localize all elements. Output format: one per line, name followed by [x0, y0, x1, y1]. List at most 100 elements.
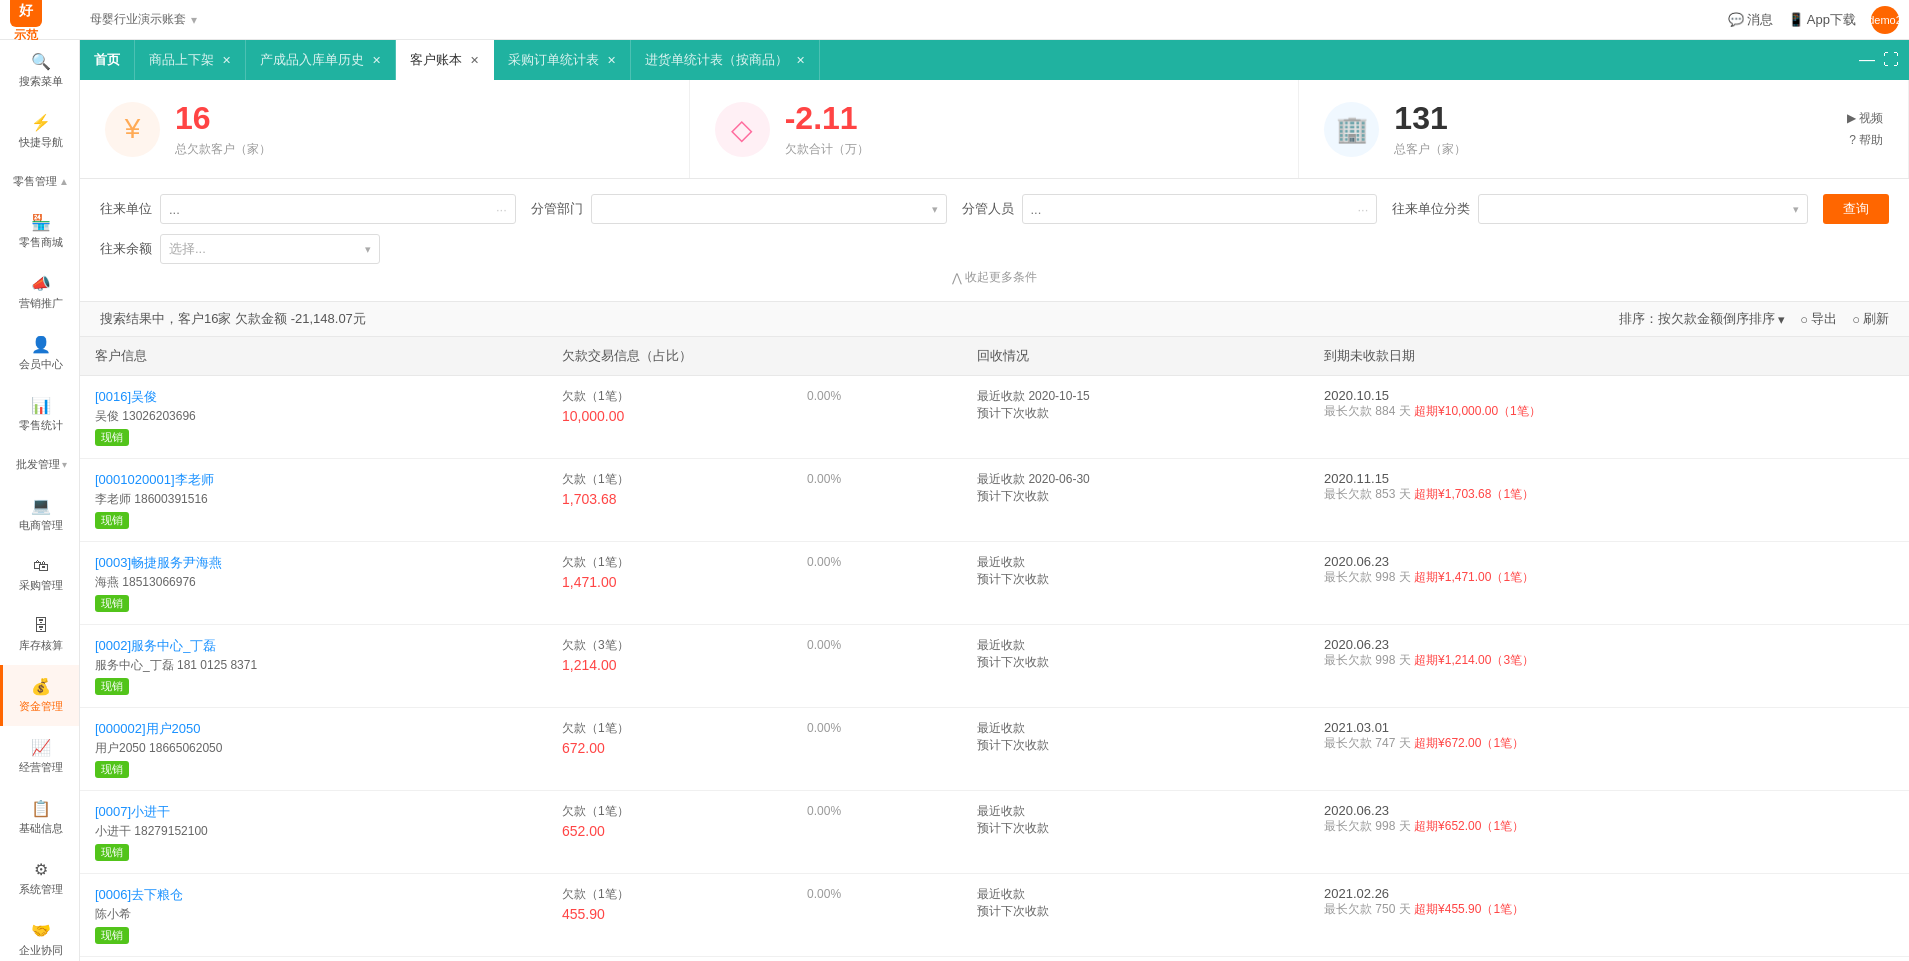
overdue-amount-1[interactable]: 超期¥1,703.68（1笔）: [1414, 487, 1534, 501]
sidebar-item-finance[interactable]: 💰 资金管理: [0, 665, 79, 726]
tab-maximize-icon[interactable]: ⛶: [1883, 51, 1899, 69]
overdue-amount-3[interactable]: 超期¥1,214.00（3笔）: [1414, 653, 1534, 667]
app-download-btn[interactable]: 📱 App下载: [1788, 11, 1856, 29]
tab-production-history[interactable]: 产成品入库单历史 ✕: [246, 40, 396, 80]
overdue-amount-4[interactable]: 超期¥672.00（1笔）: [1414, 736, 1524, 750]
table-row: [0007]小进干 小进干 18279152100 现销 欠款（1笔） 652.…: [80, 791, 1909, 874]
sidebar-item-system[interactable]: ⚙ 系统管理: [0, 848, 79, 909]
overdue-days-5: 最长欠款 998 天: [1324, 819, 1414, 833]
sidebar-item-member[interactable]: 👤 会员中心: [0, 323, 79, 384]
video-btn[interactable]: ▶ 视频: [1847, 110, 1883, 127]
filter-select-dept[interactable]: ▾: [591, 194, 947, 224]
export-icon: ○: [1800, 312, 1808, 327]
overdue-amount-6[interactable]: 超期¥455.90（1笔）: [1414, 902, 1524, 916]
filter-select-balance[interactable]: 选择... ▾: [160, 234, 380, 264]
partner-input[interactable]: [169, 202, 496, 217]
filter-input-partner[interactable]: ···: [160, 194, 516, 224]
debt-amount-0[interactable]: 10,000.00: [562, 408, 767, 424]
cell-debt-ratio-6: 0.00%: [782, 874, 962, 957]
tab-customer-account-close[interactable]: ✕: [470, 54, 479, 67]
refresh-button[interactable]: ○ 刷新: [1852, 310, 1889, 328]
sort-dropdown-icon: ▾: [1778, 312, 1785, 327]
tab-purchase-stats-close[interactable]: ✕: [607, 54, 616, 67]
export-button[interactable]: ○ 导出: [1800, 310, 1837, 328]
debt-amount-5[interactable]: 652.00: [562, 823, 767, 839]
sidebar-item-ecom[interactable]: 💻 电商管理: [0, 484, 79, 545]
company-name: 母婴行业演示账套: [90, 11, 186, 28]
tab-inbound-stats-close[interactable]: ✕: [796, 54, 805, 67]
debt-amount-6[interactable]: 455.90: [562, 906, 767, 922]
next-collection-5: 预计下次收款: [977, 820, 1294, 837]
stat-icon-total-customers: 🏢: [1324, 102, 1379, 157]
overdue-amount-5[interactable]: 超期¥652.00（1笔）: [1414, 819, 1524, 833]
due-date-5: 2020.06.23: [1324, 803, 1894, 818]
top-right-actions: 💬 消息 📱 App下载 demo2: [1728, 6, 1899, 34]
next-collection-6: 预计下次收款: [977, 903, 1294, 920]
filter-input-person[interactable]: ···: [1022, 194, 1378, 224]
customer-name-4[interactable]: [000002]用户2050: [95, 720, 532, 738]
overdue-amount-2[interactable]: 超期¥1,471.00（1笔）: [1414, 570, 1534, 584]
tab-minimize-icon[interactable]: —: [1859, 51, 1875, 69]
stat-info-total-customers: 131 总客户（家）: [1394, 100, 1466, 158]
retail-stats-icon: 📊: [31, 396, 51, 415]
search-button[interactable]: 查询: [1823, 194, 1889, 224]
sidebar-item-purchase[interactable]: 🛍 采购管理: [0, 545, 79, 605]
customer-name-3[interactable]: [0002]服务中心_丁磊: [95, 637, 532, 655]
tab-production-history-close[interactable]: ✕: [372, 54, 381, 67]
customer-phone-5: 小进干 18279152100: [95, 823, 532, 840]
customer-name-6[interactable]: [0006]去下粮仓: [95, 886, 532, 904]
cell-customer-info-5: [0007]小进干 小进干 18279152100 现销: [80, 791, 547, 874]
stat-info-debt-customers: 16 总欠款客户（家）: [175, 100, 271, 158]
tab-home[interactable]: 首页: [80, 40, 135, 80]
person-input[interactable]: [1031, 202, 1358, 217]
debt-count-1: 欠款（1笔）: [562, 471, 767, 488]
sort-label: 排序：按欠款金额倒序排序: [1619, 310, 1775, 328]
debt-ratio-3: 0.00%: [807, 638, 841, 652]
tab-inbound-stats[interactable]: 进货单统计表（按商品） ✕: [631, 40, 820, 80]
help-btn[interactable]: ? 帮助: [1849, 132, 1883, 149]
company-selector[interactable]: 母婴行业演示账套 ▾: [90, 11, 1728, 28]
refresh-icon: ○: [1852, 312, 1860, 327]
sidebar-item-corp-collab[interactable]: 🤝 企业协同: [0, 909, 79, 961]
customer-name-1[interactable]: [0001020001]李老师: [95, 471, 532, 489]
sidebar-item-retail-stats[interactable]: 📊 零售统计: [0, 384, 79, 445]
overdue-amount-0[interactable]: 超期¥10,000.00（1笔）: [1414, 404, 1541, 418]
avatar[interactable]: demo2: [1871, 6, 1899, 34]
sidebar-item-retail-mall[interactable]: 🏪 零售商城: [0, 201, 79, 262]
tab-product-listing-close[interactable]: ✕: [222, 54, 231, 67]
debt-count-3: 欠款（3笔）: [562, 637, 767, 654]
collapse-button[interactable]: ⋀ 收起更多条件: [952, 269, 1037, 286]
tab-purchase-stats[interactable]: 采购订单统计表 ✕: [494, 40, 631, 80]
sort-selector[interactable]: 排序：按欠款金额倒序排序 ▾: [1619, 310, 1785, 328]
debt-amount-4[interactable]: 672.00: [562, 740, 767, 756]
sidebar-item-basic[interactable]: 📋 基础信息: [0, 787, 79, 848]
sidebar-label-ops: 经营管理: [19, 760, 63, 775]
result-summary: 搜索结果中，客户16家 欠款金额 -21,148.07元: [100, 310, 366, 328]
customer-phone-2: 海燕 18513066976: [95, 574, 532, 591]
sidebar-label-retail-mall: 零售商城: [19, 235, 63, 250]
tab-customer-account[interactable]: 客户账本 ✕: [396, 40, 494, 80]
last-collection-6: 最近收款: [977, 886, 1294, 903]
customer-name-2[interactable]: [0003]畅捷服务尹海燕: [95, 554, 532, 572]
sidebar-item-search[interactable]: 🔍 搜索菜单: [0, 40, 79, 101]
debt-amount-3[interactable]: 1,214.00: [562, 657, 767, 673]
sidebar-item-retail-mgmt[interactable]: 零售管理 ▲: [0, 162, 79, 201]
ecom-icon: 💻: [31, 496, 51, 515]
sidebar-item-marketing[interactable]: 📣 营销推广: [0, 262, 79, 323]
sidebar-label-batch-mgmt: 批发管理: [16, 457, 60, 472]
sidebar-item-ops[interactable]: 📈 经营管理: [0, 726, 79, 787]
sidebar-item-inventory[interactable]: 🗄 库存核算: [0, 605, 79, 665]
sidebar: 🔍 搜索菜单 ⚡ 快捷导航 零售管理 ▲ 🏪 零售商城 📣 营销推广 👤 会: [0, 40, 80, 961]
customer-name-5[interactable]: [0007]小进干: [95, 803, 532, 821]
cell-customer-info-3: [0002]服务中心_丁磊 服务中心_丁磊 181 0125 8371 现销: [80, 625, 547, 708]
table-row: [0016]吴俊 吴俊 13026203696 现销 欠款（1笔） 10,000…: [80, 376, 1909, 459]
debt-amount-1[interactable]: 1,703.68: [562, 491, 767, 507]
filter-select-category[interactable]: ▾: [1478, 194, 1808, 224]
debt-amount-2[interactable]: 1,471.00: [562, 574, 767, 590]
debt-ratio-5: 0.00%: [807, 804, 841, 818]
customer-name-0[interactable]: [0016]吴俊: [95, 388, 532, 406]
sidebar-item-batch-mgmt[interactable]: 批发管理 ▾: [0, 445, 79, 484]
message-btn[interactable]: 💬 消息: [1728, 11, 1773, 29]
sidebar-item-quick-nav[interactable]: ⚡ 快捷导航: [0, 101, 79, 162]
tab-product-listing[interactable]: 商品上下架 ✕: [135, 40, 246, 80]
